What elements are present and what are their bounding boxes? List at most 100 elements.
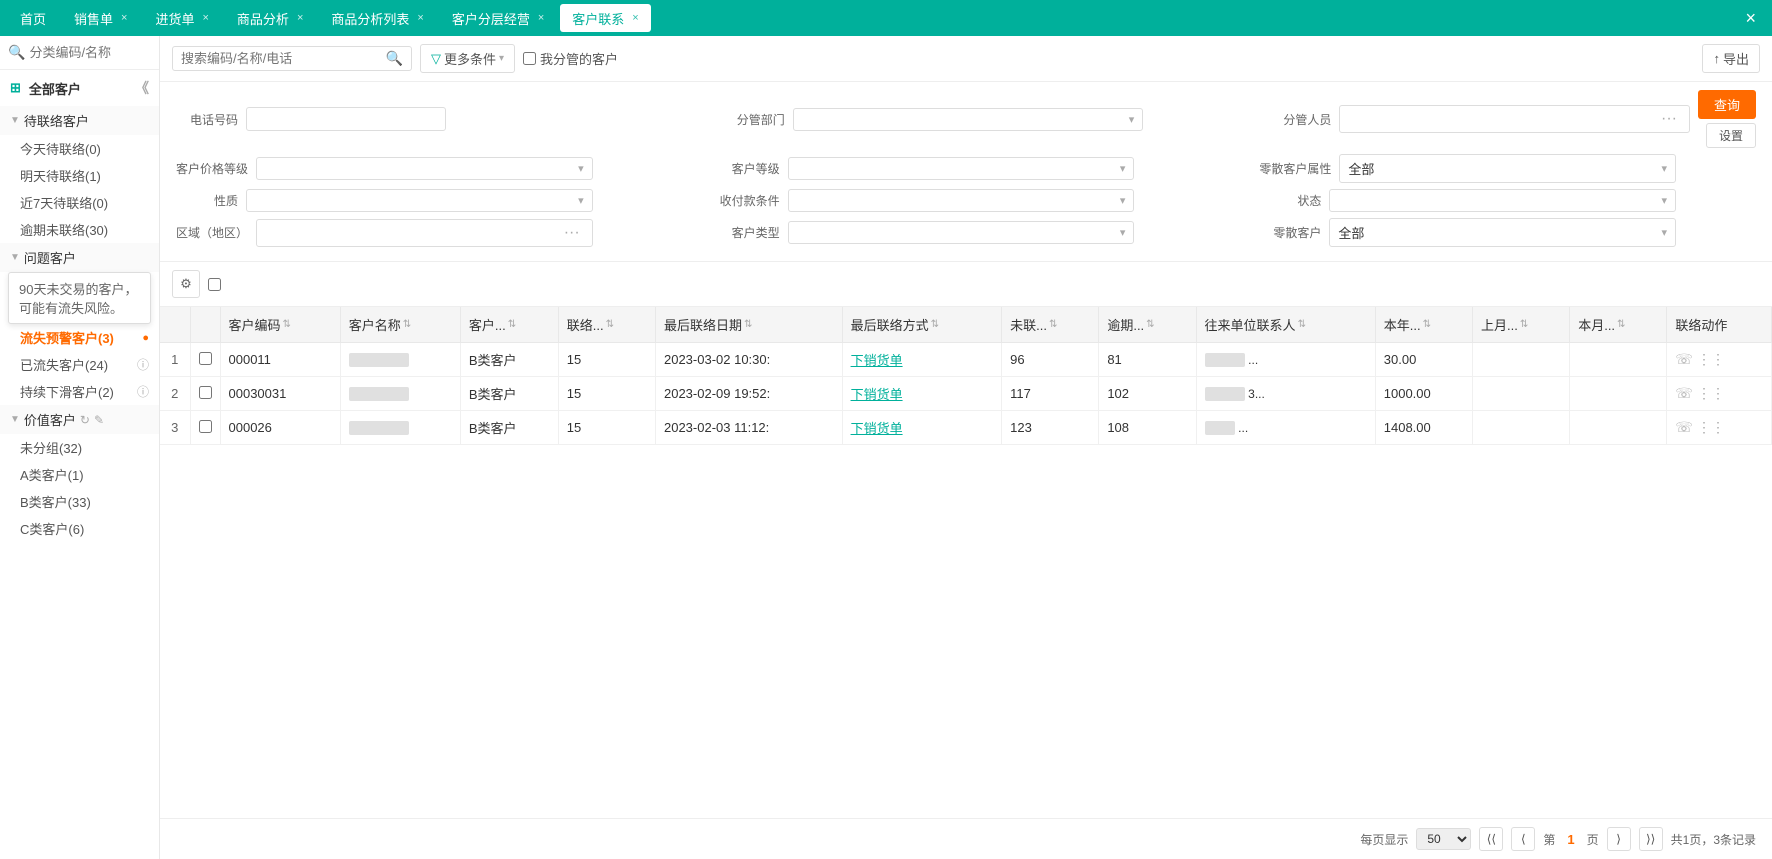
th-last-month[interactable]: 上月... ⇅: [1472, 307, 1569, 343]
query-button[interactable]: 查询: [1698, 90, 1756, 119]
more-conditions-button[interactable]: ▽ 更多条件 ▾: [420, 44, 515, 73]
more-action-icon-2[interactable]: ⋮⋮: [1697, 385, 1725, 402]
nav-analysis-list-close[interactable]: ×: [417, 12, 423, 24]
table-settings-button[interactable]: ⚙: [172, 270, 200, 298]
sidebar-item-class-b[interactable]: B类客户(33): [0, 488, 159, 515]
td-checkbox-1[interactable]: [190, 343, 220, 377]
sidebar-item-overdue[interactable]: 逾期未联络(30): [0, 216, 159, 243]
nav-analysis[interactable]: 商品分析 ×: [225, 4, 315, 32]
sidebar-item-churned[interactable]: 已流失客户(24) ⓘ: [0, 351, 159, 378]
sidebar-item-class-a[interactable]: A类客户(1): [0, 461, 159, 488]
nav-customer-contact-close[interactable]: ×: [632, 12, 638, 24]
filter-customer-grade-select[interactable]: ▾: [788, 157, 1135, 180]
nav-analysis-list[interactable]: 商品分析列表 ×: [319, 4, 435, 32]
sidebar-search-input[interactable]: [29, 45, 151, 60]
filter-customer-type-select[interactable]: ▾: [788, 221, 1135, 244]
sidebar-item-tomorrow[interactable]: 明天待联络(1): [0, 162, 159, 189]
nav-purchase[interactable]: 进货单 ×: [143, 4, 220, 32]
prev-page-button[interactable]: ⟨: [1511, 827, 1535, 851]
filter-price-grade-select[interactable]: ▾: [256, 157, 593, 180]
filter-dept-label: 分管部门: [723, 111, 793, 128]
window-close-button[interactable]: ×: [1737, 8, 1764, 29]
sidebar-item-churn-warning[interactable]: 流失预警客户(3) ●: [0, 324, 159, 351]
refresh-icon[interactable]: ↻: [80, 413, 90, 427]
filter-phone-input[interactable]: [246, 107, 446, 131]
filter-retail-customer-select[interactable]: 全部 ▾: [1329, 218, 1676, 247]
row-checkbox-2[interactable]: [199, 386, 212, 399]
th-contact-person[interactable]: 往来单位联系人 ⇅: [1196, 307, 1375, 343]
settings-button[interactable]: 设置: [1706, 123, 1756, 148]
next-page-button[interactable]: ⟩: [1607, 827, 1631, 851]
td-method-2[interactable]: 下销货单: [842, 377, 1002, 411]
td-type-3: B类客户: [460, 411, 558, 445]
more-action-icon-3[interactable]: ⋮⋮: [1697, 419, 1725, 436]
first-page-button[interactable]: ⟨⟨: [1479, 827, 1503, 851]
sidebar-item-ungrouped[interactable]: 未分组(32): [0, 434, 159, 461]
chevron-down-icon-dept: ▾: [1129, 113, 1135, 126]
dots-icon-region[interactable]: ···: [560, 224, 584, 242]
sidebar-item-class-c[interactable]: C类客户(6): [0, 515, 159, 542]
row-checkbox-3[interactable]: [199, 420, 212, 433]
th-last-contact-date[interactable]: 最后联络日期 ⇅: [655, 307, 842, 343]
triangle-icon-2: ▼: [10, 252, 20, 263]
export-button[interactable]: ↑ 导出: [1702, 44, 1760, 73]
td-name-2: [340, 377, 460, 411]
sidebar-collapse-icon[interactable]: 《: [135, 78, 149, 98]
th-contact[interactable]: 联络... ⇅: [558, 307, 655, 343]
filter-status-select[interactable]: ▾: [1329, 189, 1676, 212]
sidebar-group-value[interactable]: ▼ 价值客户 ↻ ✎: [0, 405, 159, 434]
contact-action-icon[interactable]: ☏: [1675, 351, 1693, 368]
nav-customer-segment[interactable]: 客户分层经营 ×: [440, 4, 556, 32]
sidebar-item-7days[interactable]: 近7天待联络(0): [0, 189, 159, 216]
sidebar-item-today[interactable]: 今天待联络(0): [0, 135, 159, 162]
row-checkbox-1[interactable]: [199, 352, 212, 365]
sidebar-group-problem[interactable]: ▼ 问题客户: [0, 243, 159, 272]
nav-customer-segment-close[interactable]: ×: [538, 12, 544, 24]
my-customers-check[interactable]: [523, 52, 536, 65]
nav-analysis-close[interactable]: ×: [297, 12, 303, 24]
filter-region-select[interactable]: ···: [256, 219, 593, 247]
td-method-1[interactable]: 下销货单: [842, 343, 1002, 377]
filter-manager-select[interactable]: ···: [1339, 105, 1690, 133]
filter-nature-select[interactable]: ▾: [246, 189, 593, 212]
my-customers-checkbox[interactable]: 我分管的客户: [523, 49, 618, 68]
filter-retail-attr-select[interactable]: 全部 ▾: [1339, 154, 1676, 183]
sidebar-item-declining[interactable]: 持续下滑客户(2) ⓘ: [0, 378, 159, 405]
method-link-1[interactable]: 下销货单: [851, 353, 903, 368]
th-this-year[interactable]: 本年... ⇅: [1375, 307, 1472, 343]
th-customer-name[interactable]: 客户名称 ⇅: [340, 307, 460, 343]
th-uncontacted[interactable]: 未联... ⇅: [1002, 307, 1099, 343]
per-page-select[interactable]: 50 100 200: [1416, 828, 1471, 850]
filter-phone: 电话号码: [176, 107, 597, 131]
main-search-input[interactable]: [181, 51, 382, 66]
td-checkbox-2[interactable]: [190, 377, 220, 411]
td-checkbox-3[interactable]: [190, 411, 220, 445]
contact-action-icon-2[interactable]: ☏: [1675, 385, 1693, 402]
dots-icon[interactable]: ···: [1657, 110, 1681, 128]
th-customer-code[interactable]: 客户编码 ⇅: [220, 307, 340, 343]
method-link-2[interactable]: 下销货单: [851, 387, 903, 402]
td-date-1: 2023-03-02 10:30:: [655, 343, 842, 377]
main-search-icon[interactable]: 🔍: [386, 50, 403, 67]
contact-action-icon-3[interactable]: ☏: [1675, 419, 1693, 436]
filter-payment-select[interactable]: ▾: [788, 189, 1135, 212]
select-all-checkbox[interactable]: [208, 278, 221, 291]
nav-customer-contact[interactable]: 客户联系 ×: [560, 4, 650, 32]
edit-icon[interactable]: ✎: [94, 413, 104, 427]
filter-row-4: 区域（地区） ··· 客户类型 ▾ 零散客户: [176, 218, 1756, 247]
nav-purchase-close[interactable]: ×: [202, 12, 208, 24]
filter-dept-select[interactable]: ▾: [793, 108, 1144, 131]
th-overdue[interactable]: 逾期... ⇅: [1099, 307, 1196, 343]
method-link-3[interactable]: 下销货单: [851, 421, 903, 436]
nav-sales[interactable]: 销售单 ×: [62, 4, 139, 32]
nav-sales-close[interactable]: ×: [121, 12, 127, 24]
sidebar-group-pending[interactable]: ▼ 待联络客户: [0, 106, 159, 135]
last-page-button[interactable]: ⟩⟩: [1639, 827, 1663, 851]
th-last-contact-method[interactable]: 最后联络方式 ⇅: [842, 307, 1002, 343]
sidebar-all-customers[interactable]: ⊞ 全部客户 《: [0, 70, 159, 106]
th-this-month[interactable]: 本月... ⇅: [1570, 307, 1667, 343]
td-method-3[interactable]: 下销货单: [842, 411, 1002, 445]
th-customer-type[interactable]: 客户... ⇅: [460, 307, 558, 343]
more-action-icon[interactable]: ⋮⋮: [1697, 351, 1725, 368]
nav-home[interactable]: 首页: [8, 4, 58, 32]
